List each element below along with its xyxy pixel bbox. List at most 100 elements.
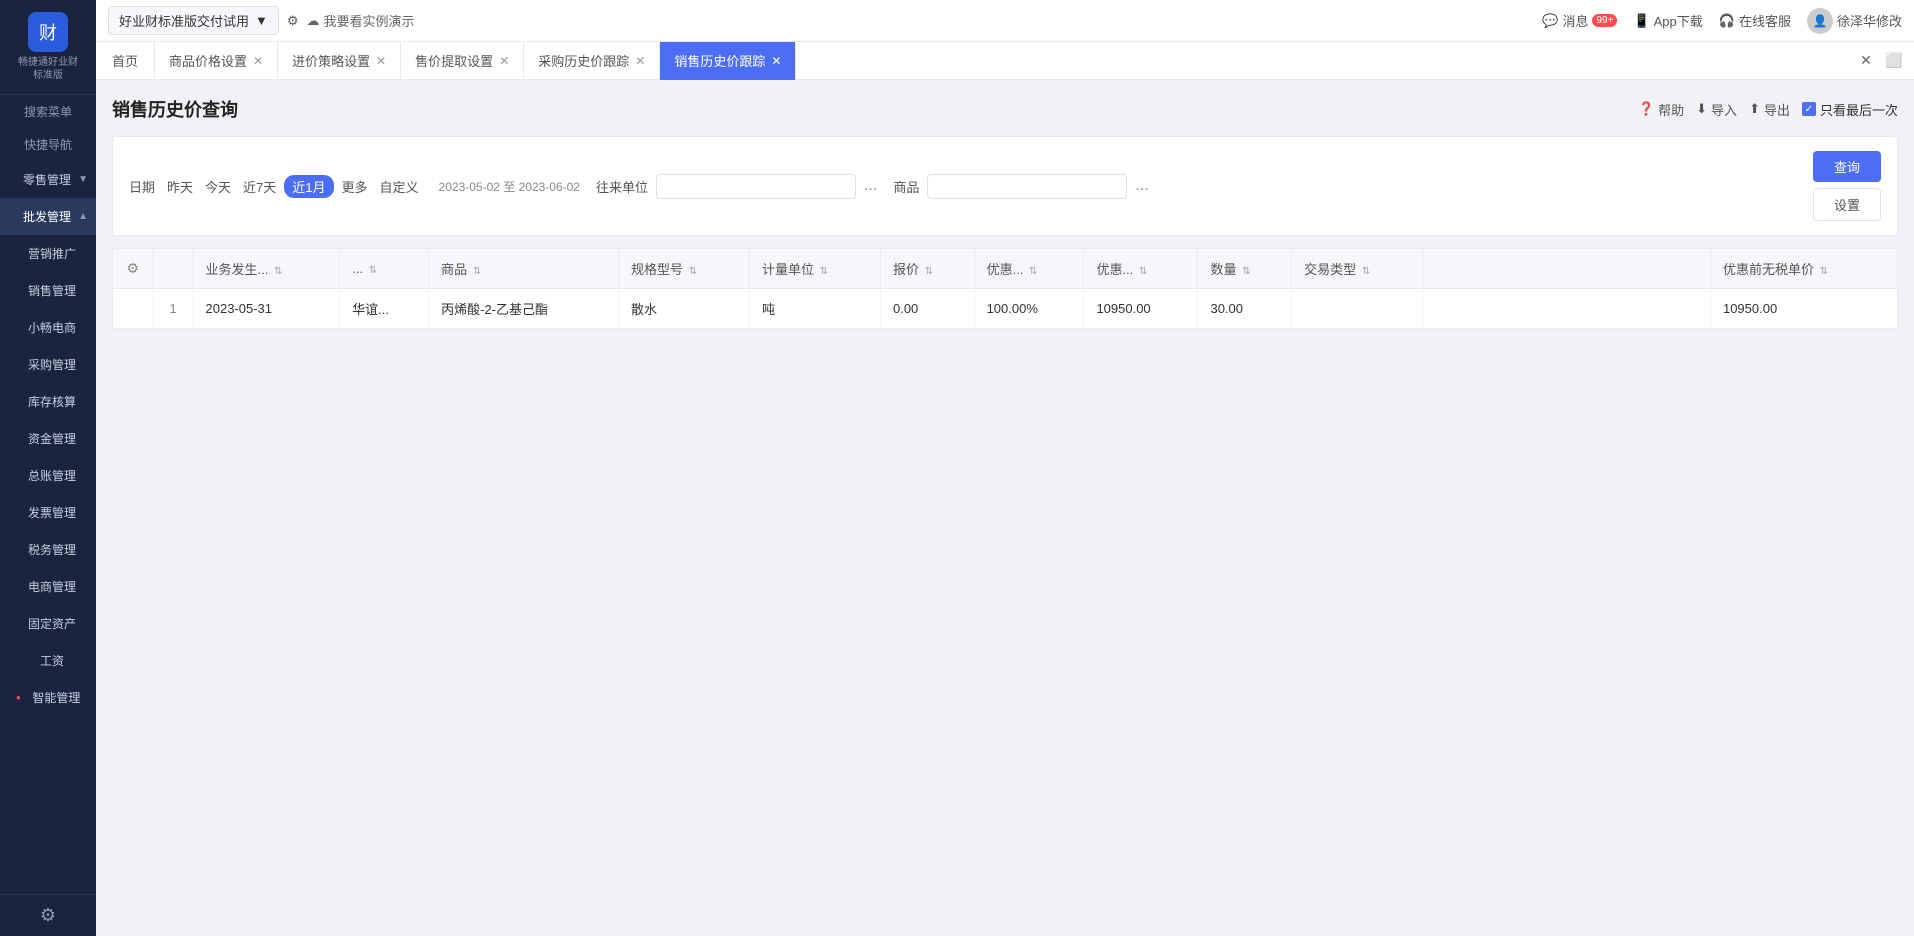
settings-icon: ⚙ bbox=[287, 13, 299, 29]
row-partner-cell: 华谊... bbox=[340, 289, 429, 329]
date-option-week7[interactable]: 近7天 bbox=[239, 175, 280, 198]
date-options: 昨天 今天 近7天 近1月 更多 自定义 bbox=[163, 175, 423, 198]
th-discount2[interactable]: 优惠... ⇅ bbox=[1084, 249, 1198, 289]
app-download-button[interactable]: 📱 App下载 bbox=[1633, 11, 1702, 30]
goods-picker-button[interactable]: ... bbox=[1135, 177, 1148, 195]
goods-filter-group: 商品 ... bbox=[893, 174, 1148, 199]
th-spec[interactable]: 规格型号 ⇅ bbox=[618, 249, 749, 289]
th-unit[interactable]: 计量单位 ⇅ bbox=[749, 249, 880, 289]
date-option-more[interactable]: 更多 bbox=[338, 175, 372, 198]
sidebar-item-search[interactable]: 搜索菜单 bbox=[0, 95, 96, 128]
tab-pricing-strategy[interactable]: 进价策略设置 ✕ bbox=[278, 42, 401, 80]
service-button[interactable]: 🎧 在线客服 bbox=[1719, 11, 1791, 30]
sidebar-item-quick-nav[interactable]: 快捷导航 bbox=[0, 128, 96, 161]
sidebar-item-tax[interactable]: 税务管理 bbox=[0, 531, 96, 568]
sort-qty-icon: ⇅ bbox=[1242, 266, 1250, 277]
version-select[interactable]: 好业财标准版交付试用 ▼ bbox=[108, 6, 279, 35]
th-discount1[interactable]: 优惠... ⇅ bbox=[974, 249, 1084, 289]
sidebar: 财 畅捷通好业财 标准版 搜索菜单 快捷导航 零售管理 ▼ 批发管理 ▲ 营销推… bbox=[0, 0, 96, 936]
tab-sales-history[interactable]: 销售历史价跟踪 ✕ bbox=[660, 42, 796, 80]
th-biz-date[interactable]: 业务发生... ⇅ bbox=[193, 249, 340, 289]
phone-icon: 📱 bbox=[1633, 13, 1649, 29]
import-button[interactable]: ⬇ 导入 bbox=[1696, 100, 1737, 119]
sidebar-item-retail[interactable]: 零售管理 ▼ bbox=[0, 161, 96, 198]
table-settings-icon[interactable]: ⚙ bbox=[126, 260, 139, 276]
sidebar-item-invoice[interactable]: 发票管理 bbox=[0, 494, 96, 531]
th-qty[interactable]: 数量 ⇅ bbox=[1198, 249, 1292, 289]
filter-area: 日期 昨天 今天 近7天 近1月 更多 自定义 2023-05-02 至 202… bbox=[112, 136, 1898, 236]
tab-sale-extract[interactable]: 售价提取设置 ✕ bbox=[401, 42, 524, 80]
sidebar-item-sales[interactable]: 销售管理 bbox=[0, 272, 96, 309]
row-discount1-cell: 100.00% bbox=[974, 289, 1084, 329]
sidebar-item-ledger[interactable]: 总账管理 bbox=[0, 457, 96, 494]
page-content: 销售历史价查询 ❓ 帮助 ⬇ 导入 ⬆ 导出 ✓ 只看最后一次 bbox=[96, 80, 1914, 936]
query-button[interactable]: 查询 bbox=[1813, 151, 1881, 182]
checkbox-icon: ✓ bbox=[1802, 102, 1816, 116]
tab-close-sales-history[interactable]: ✕ bbox=[771, 55, 781, 67]
th-spacer bbox=[1423, 249, 1711, 289]
topbar-settings-button[interactable]: ⚙ bbox=[287, 13, 299, 29]
date-option-yesterday[interactable]: 昨天 bbox=[163, 175, 197, 198]
user-profile-button[interactable]: 👤 徐泽华修改 bbox=[1807, 8, 1902, 34]
partner-filter-group: 往来单位 ... bbox=[596, 174, 877, 199]
window-close-button[interactable]: ✕ bbox=[1854, 49, 1878, 73]
sidebar-item-marketing[interactable]: 营销推广 bbox=[0, 235, 96, 272]
sidebar-item-wholesale[interactable]: 批发管理 ▲ bbox=[0, 198, 96, 235]
sidebar-item-purchase[interactable]: 采购管理 bbox=[0, 346, 96, 383]
only-last-checkbox[interactable]: ✓ 只看最后一次 bbox=[1802, 100, 1898, 119]
date-option-custom[interactable]: 自定义 bbox=[376, 175, 423, 198]
import-icon: ⬇ bbox=[1696, 101, 1707, 117]
sidebar-item-finance[interactable]: 资金管理 bbox=[0, 420, 96, 457]
topbar-right: 💬 消息 99+ 📱 App下载 🎧 在线客服 👤 徐泽华修改 bbox=[1542, 8, 1902, 34]
table-header-row: ⚙ 业务发生... ⇅ ... ⇅ 商品 ⇅ bbox=[113, 249, 1897, 289]
date-label: 日期 bbox=[129, 177, 155, 196]
sidebar-settings-icon[interactable]: ⚙ bbox=[0, 894, 96, 936]
th-more[interactable]: ... ⇅ bbox=[340, 249, 429, 289]
th-trade-type[interactable]: 交易类型 ⇅ bbox=[1292, 249, 1423, 289]
date-range-display: 2023-05-02 至 2023-06-02 bbox=[439, 178, 580, 195]
date-option-today[interactable]: 今天 bbox=[201, 175, 235, 198]
th-pre-tax-price[interactable]: 优惠前无税单价 ⇅ bbox=[1710, 249, 1897, 289]
wholesale-arrow-icon: ▲ bbox=[78, 211, 88, 222]
tab-close-pricing-strategy[interactable]: ✕ bbox=[376, 55, 386, 67]
logo-icon: 财 bbox=[28, 12, 68, 52]
partner-label: 往来单位 bbox=[596, 177, 648, 196]
row-num-cell: 1 bbox=[153, 289, 193, 329]
topbar-left: 好业财标准版交付试用 ▼ ⚙ ☁ 我要看实例演示 bbox=[108, 6, 415, 35]
row-biz-date-cell: 2023-05-31 bbox=[193, 289, 340, 329]
tab-price-setting[interactable]: 商品价格设置 ✕ bbox=[155, 42, 278, 80]
sort-unit-icon: ⇅ bbox=[820, 266, 828, 277]
th-goods[interactable]: 商品 ⇅ bbox=[429, 249, 619, 289]
page-title: 销售历史价查询 bbox=[112, 96, 238, 122]
tab-close-sale-extract[interactable]: ✕ bbox=[499, 55, 509, 67]
row-discount2-cell: 10950.00 bbox=[1084, 289, 1198, 329]
message-button[interactable]: 💬 消息 99+ bbox=[1542, 11, 1617, 30]
sidebar-item-asset[interactable]: 固定资产 bbox=[0, 605, 96, 642]
help-icon: ❓ bbox=[1638, 101, 1654, 117]
tab-purchase-history[interactable]: 采购历史价跟踪 ✕ bbox=[524, 42, 660, 80]
date-option-month1[interactable]: 近1月 bbox=[284, 175, 333, 198]
partner-input[interactable] bbox=[656, 174, 856, 199]
tab-close-purchase-history[interactable]: ✕ bbox=[635, 55, 645, 67]
tab-home[interactable]: 首页 bbox=[96, 42, 155, 80]
headset-icon: 🎧 bbox=[1719, 13, 1735, 29]
date-filter-group: 日期 昨天 今天 近7天 近1月 更多 自定义 2023-05-02 至 202… bbox=[129, 175, 580, 198]
demo-button[interactable]: ☁ 我要看实例演示 bbox=[307, 11, 415, 30]
settings-button[interactable]: 设置 bbox=[1813, 188, 1881, 221]
window-maximize-button[interactable]: ⬜ bbox=[1882, 49, 1906, 73]
sidebar-item-ecommerce[interactable]: 电商管理 bbox=[0, 568, 96, 605]
goods-input[interactable] bbox=[927, 174, 1127, 199]
tab-close-price-setting[interactable]: ✕ bbox=[253, 55, 263, 67]
sidebar-item-inventory[interactable]: 库存核算 bbox=[0, 383, 96, 420]
sidebar-item-xiaochange[interactable]: 小畅电商 bbox=[0, 309, 96, 346]
row-price-cell: 0.00 bbox=[880, 289, 974, 329]
th-price[interactable]: 报价 ⇅ bbox=[880, 249, 974, 289]
sidebar-item-salary[interactable]: 工资 bbox=[0, 642, 96, 679]
sidebar-item-smart[interactable]: 智能管理 bbox=[0, 679, 96, 716]
sort-biz-date-icon: ⇅ bbox=[274, 266, 282, 277]
partner-picker-button[interactable]: ... bbox=[864, 177, 877, 195]
help-button[interactable]: ❓ 帮助 bbox=[1638, 100, 1684, 119]
row-qty-cell: 30.00 bbox=[1198, 289, 1292, 329]
export-button[interactable]: ⬆ 导出 bbox=[1749, 100, 1790, 119]
th-settings[interactable]: ⚙ bbox=[113, 249, 153, 289]
